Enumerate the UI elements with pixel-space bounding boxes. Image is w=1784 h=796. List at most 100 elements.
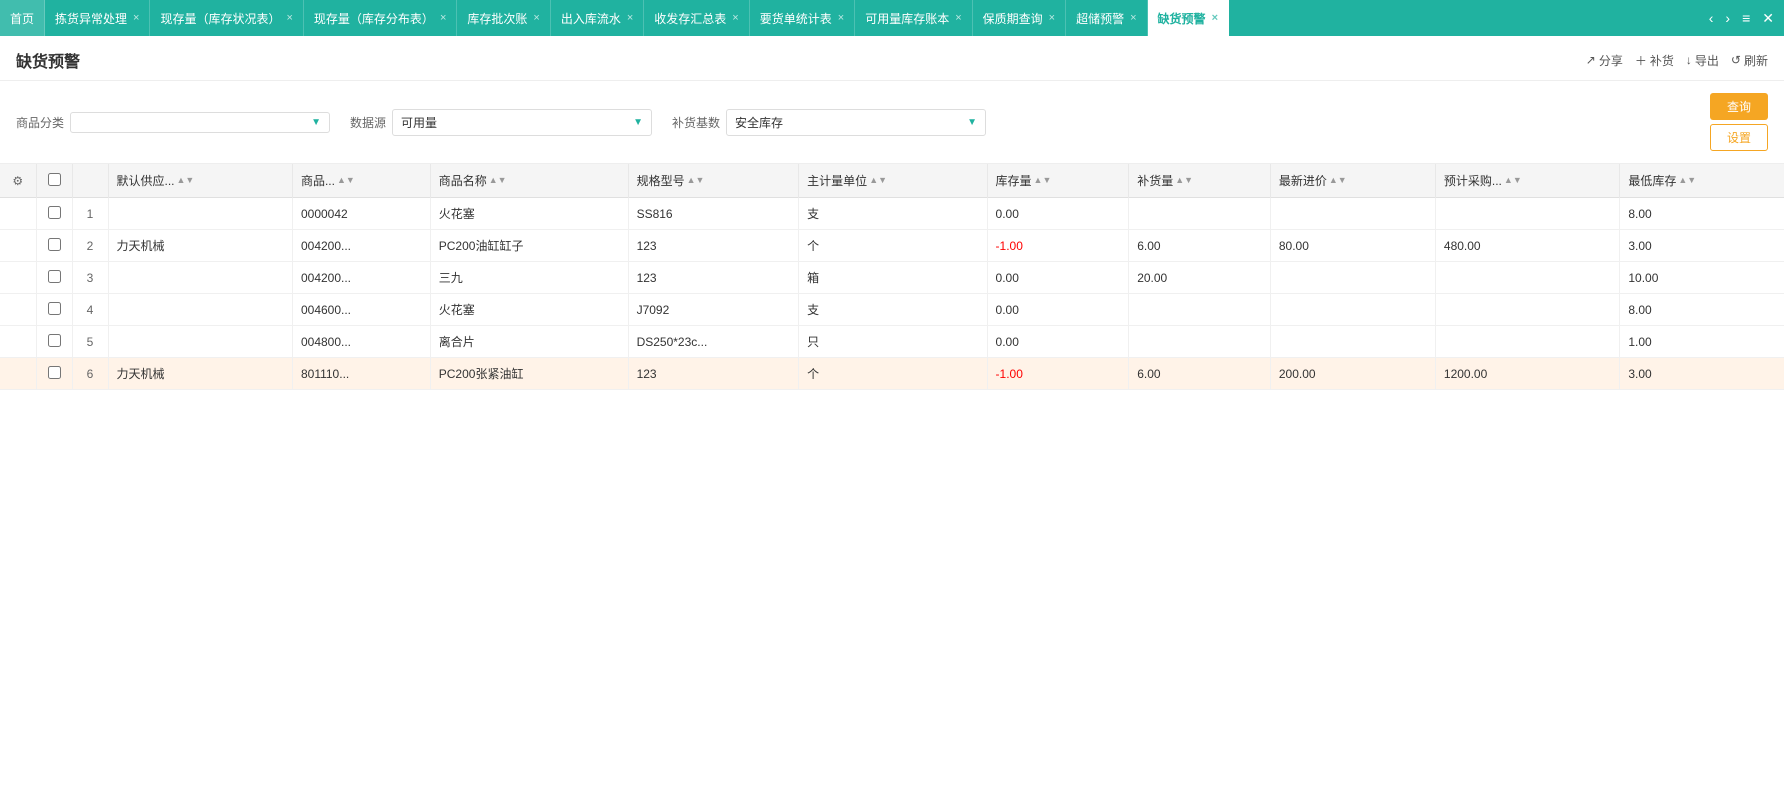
replenish-button[interactable]: ＋ 补货 [1635,52,1674,69]
table-row[interactable]: 5 004800... 离合片 DS250*23c... 只 0.00 1.00 [0,326,1784,358]
code-sort[interactable]: 商品... ▲▼ [301,172,422,189]
row-code: 801110... [292,358,430,390]
spec-sort[interactable]: 规格型号 ▲▼ [637,172,791,189]
tab-close-inventory-status[interactable]: × [286,12,292,24]
row-checkbox[interactable] [48,270,61,283]
row-replenish: 20.00 [1129,262,1271,294]
refresh-button[interactable]: ↺ 刷新 [1731,52,1768,69]
row-settings-cell [0,358,36,390]
row-settings-cell [0,294,36,326]
unit-sort-icon: ▲▼ [869,176,887,185]
tab-close-available-ledger[interactable]: × [955,12,961,24]
tab-available-ledger[interactable]: 可用量库存账本× [855,0,972,36]
supplier-sort[interactable]: 默认供应... ▲▼ [117,172,284,189]
latest-price-sort[interactable]: 最新进价 ▲▼ [1279,172,1427,189]
row-stock: 0.00 [987,326,1129,358]
stock-sort-icon: ▲▼ [1034,176,1052,185]
tab-batch-account[interactable]: 库存批次账× [457,0,550,36]
replenish-icon: ＋ [1635,52,1647,69]
tab-overstock[interactable]: 超储预警× [1066,0,1147,36]
table-body: 1 0000042 火花塞 SS816 支 0.00 8.00 2 力天机械 0… [0,198,1784,390]
replenish-base-select[interactable]: 安全库存 ▼ [726,109,986,136]
replenish-sort[interactable]: 补货量 ▲▼ [1137,172,1262,189]
category-select[interactable]: ▼ [70,112,330,133]
table-settings-icon[interactable]: ⚙ [8,174,28,188]
tab-home[interactable]: 首页 [0,0,45,36]
select-all-checkbox[interactable] [48,173,61,186]
tab-receive-summary[interactable]: 收发存汇总表× [644,0,749,36]
name-sort[interactable]: 商品名称 ▲▼ [439,172,620,189]
row-checkbox[interactable] [48,238,61,251]
min-stock-sort-icon: ▲▼ [1678,176,1696,185]
row-checkbox[interactable] [48,366,61,379]
filter-datasource-group: 数据源 可用量 ▼ [350,109,652,136]
row-min-stock: 8.00 [1620,198,1784,230]
row-checkbox[interactable] [48,206,61,219]
row-spec: J7092 [628,294,799,326]
row-spec: 123 [628,262,799,294]
tab-close-expiry-query[interactable]: × [1049,12,1055,24]
filter-replenish-group: 补货基数 安全库存 ▼ [672,109,986,136]
row-code: 004800... [292,326,430,358]
tab-inventory-dist[interactable]: 现存量（库存分布表）× [304,0,457,36]
settings-button[interactable]: 设置 [1710,124,1768,151]
tab-order-stats[interactable]: 要货单统计表× [750,0,855,36]
est-purchase-sort-icon: ▲▼ [1504,176,1522,185]
table-row[interactable]: 3 004200... 三九 123 箱 0.00 20.00 10.00 [0,262,1784,294]
tab-expiry-query[interactable]: 保质期查询× [973,0,1066,36]
row-est-purchase: 480.00 [1435,230,1619,262]
tab-close-batch-account[interactable]: × [533,12,539,24]
table-row[interactable]: 1 0000042 火花塞 SS816 支 0.00 8.00 [0,198,1784,230]
tab-close-receive-summary[interactable]: × [732,12,738,24]
tab-inout-flow[interactable]: 出入库流水× [551,0,644,36]
row-checkbox[interactable] [48,302,61,315]
category-label: 商品分类 [16,114,64,131]
row-checkbox[interactable] [48,334,61,347]
row-supplier [108,262,292,294]
stock-sort[interactable]: 库存量 ▲▼ [996,172,1121,189]
tab-close-overstock[interactable]: × [1130,12,1136,24]
tab-close-abnormal[interactable]: × [133,12,139,24]
query-button[interactable]: 查询 [1710,93,1768,120]
datasource-label: 数据源 [350,114,386,131]
table-row[interactable]: 6 力天机械 801110... PC200张紧油缸 123 个 -1.00 6… [0,358,1784,390]
tab-close-all-button[interactable]: ✕ [1756,8,1780,29]
tab-next-button[interactable]: › [1719,8,1736,28]
datasource-select[interactable]: 可用量 ▼ [392,109,652,136]
row-num: 4 [72,294,108,326]
replenish-base-chevron-icon: ▼ [967,117,977,128]
row-supplier: 力天机械 [108,358,292,390]
min-stock-sort[interactable]: 最低库存 ▲▼ [1628,172,1776,189]
filter-category-group: 商品分类 ▼ [16,112,330,133]
row-supplier [108,198,292,230]
table-row[interactable]: 2 力天机械 004200... PC200油缸缸子 123 个 -1.00 6… [0,230,1784,262]
row-replenish [1129,198,1271,230]
tab-close-inventory-dist[interactable]: × [440,12,446,24]
share-button[interactable]: ↗ 分享 [1586,52,1623,69]
th-latest-price: 最新进价 ▲▼ [1270,164,1435,198]
row-est-purchase [1435,326,1619,358]
est-purchase-sort[interactable]: 预计采购... ▲▼ [1444,172,1611,189]
th-spec: 规格型号 ▲▼ [628,164,799,198]
unit-sort[interactable]: 主计量单位 ▲▼ [807,172,978,189]
tab-prev-button[interactable]: ‹ [1703,8,1720,28]
tab-inventory-status[interactable]: 现存量（库存状况表）× [150,0,303,36]
tab-close-inout-flow[interactable]: × [627,12,633,24]
tab-list-button[interactable]: ≡ [1736,8,1756,28]
row-unit: 支 [799,294,987,326]
th-checkbox [36,164,72,198]
row-num: 5 [72,326,108,358]
th-name: 商品名称 ▲▼ [430,164,628,198]
page-title: 缺货预警 [16,48,80,72]
table-row[interactable]: 4 004600... 火花塞 J7092 支 0.00 8.00 [0,294,1784,326]
tab-shortage[interactable]: 缺货预警× [1148,0,1229,36]
row-unit: 支 [799,198,987,230]
row-checkbox-cell [36,198,72,230]
row-stock: -1.00 [987,230,1129,262]
tab-abnormal[interactable]: 拣货异常处理× [45,0,150,36]
tab-close-shortage[interactable]: × [1212,12,1218,24]
row-unit: 只 [799,326,987,358]
row-spec: 123 [628,230,799,262]
export-button[interactable]: ↓ 导出 [1686,52,1719,69]
tab-close-order-stats[interactable]: × [838,12,844,24]
